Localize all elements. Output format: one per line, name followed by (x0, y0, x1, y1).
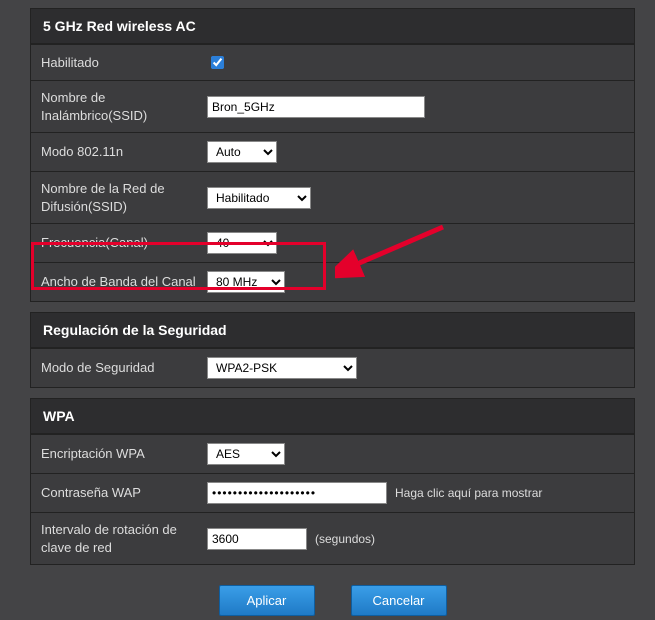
row-mode: Modo 802.11n Auto (31, 132, 634, 171)
apply-button[interactable]: Aplicar (219, 585, 315, 616)
wpa-title: WPA (31, 399, 634, 434)
bandwidth-label: Ancho de Banda del Canal (41, 273, 207, 291)
settings-page: 5 GHz Red wireless AC Habilitado Nombre … (0, 0, 655, 620)
wireless-5ghz-panel: 5 GHz Red wireless AC Habilitado Nombre … (30, 8, 635, 302)
security-mode-select[interactable]: WPA2-PSK (207, 357, 357, 379)
row-key-rotation: Intervalo de rotación de clave de red (s… (31, 512, 634, 564)
mode-select[interactable]: Auto (207, 141, 277, 163)
key-rotation-input[interactable] (207, 528, 307, 550)
row-wap-password: Contraseña WAP Haga clic aquí para mostr… (31, 473, 634, 512)
frequency-label: Frecuencia(Canal) (41, 234, 207, 252)
show-password-hint[interactable]: Haga clic aquí para mostrar (395, 486, 542, 500)
row-ssid: Nombre de Inalámbrico(SSID) (31, 80, 634, 132)
wpa-panel: WPA Encriptación WPA AES Contraseña WAP … (30, 398, 635, 565)
wpa-encryption-select[interactable]: AES (207, 443, 285, 465)
key-rotation-label: Intervalo de rotación de clave de red (41, 521, 207, 556)
wpa-encryption-label: Encriptación WPA (41, 445, 207, 463)
row-security-mode: Modo de Seguridad WPA2-PSK (31, 348, 634, 387)
row-enabled: Habilitado (31, 44, 634, 80)
row-bandwidth: Ancho de Banda del Canal 80 MHz (31, 262, 634, 301)
enabled-label: Habilitado (41, 54, 207, 72)
security-mode-label: Modo de Seguridad (41, 359, 207, 377)
row-wpa-encryption: Encriptación WPA AES (31, 434, 634, 473)
action-buttons: Aplicar Cancelar (30, 585, 635, 616)
mode-label: Modo 802.11n (41, 143, 207, 161)
wireless-5ghz-title: 5 GHz Red wireless AC (31, 9, 634, 44)
security-panel: Regulación de la Seguridad Modo de Segur… (30, 312, 635, 388)
security-title: Regulación de la Seguridad (31, 313, 634, 348)
wap-password-input[interactable] (207, 482, 387, 504)
key-rotation-unit: (segundos) (315, 532, 375, 546)
bandwidth-select[interactable]: 80 MHz (207, 271, 285, 293)
wap-password-label: Contraseña WAP (41, 484, 207, 502)
broadcast-label: Nombre de la Red de Difusión(SSID) (41, 180, 207, 215)
frequency-select[interactable]: 40 (207, 232, 277, 254)
row-frequency: Frecuencia(Canal) 40 (31, 223, 634, 262)
ssid-label: Nombre de Inalámbrico(SSID) (41, 89, 207, 124)
row-broadcast: Nombre de la Red de Difusión(SSID) Habil… (31, 171, 634, 223)
cancel-button[interactable]: Cancelar (351, 585, 447, 616)
enabled-checkbox[interactable] (211, 56, 224, 69)
broadcast-select[interactable]: Habilitado (207, 187, 311, 209)
ssid-input[interactable] (207, 96, 425, 118)
